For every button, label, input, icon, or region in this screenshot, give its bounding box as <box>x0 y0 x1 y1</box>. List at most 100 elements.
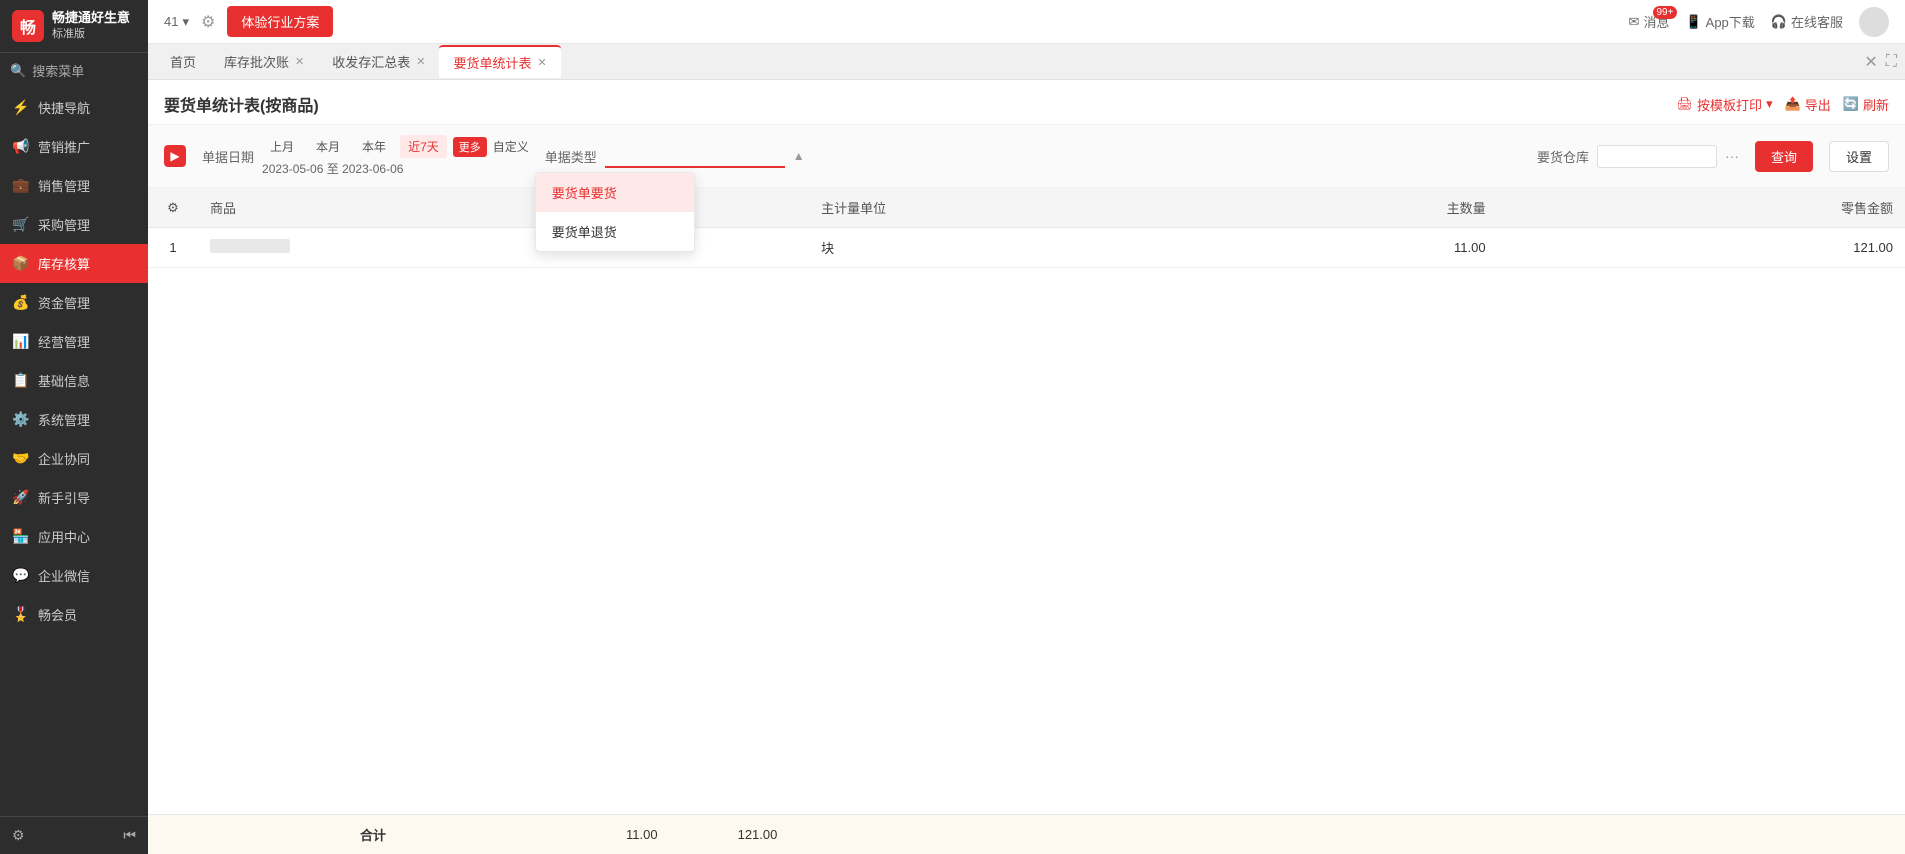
date-custom-btn[interactable]: 自定义 <box>493 138 529 155</box>
sidebar-item-label: 销售管理 <box>38 176 90 195</box>
top-header: 41 ▾ ⚙ 体验行业方案 ✉ 消息 99+ 📱 App下载 🎧 在线客服 <box>148 0 1905 44</box>
sidebar-item-operations[interactable]: 📊 经营管理 <box>0 322 148 361</box>
messages-btn[interactable]: ✉ 消息 99+ <box>1629 12 1670 31</box>
sidebar-item-finance[interactable]: 💰 资金管理 <box>0 283 148 322</box>
sidebar-item-newbie[interactable]: 🚀 新手引导 <box>0 478 148 517</box>
sidebar-item-marketing[interactable]: 📢 营销推广 <box>0 127 148 166</box>
brand-name: 畅捷通好生意 <box>52 10 130 27</box>
tabs-bar: 首页 库存批次账 ✕ 收发存汇总表 ✕ 要货单统计表 ✕ ✕ ⛶ <box>148 44 1905 80</box>
sidebar-item-enterprise[interactable]: 🤝 企业协同 <box>0 439 148 478</box>
table-body: 1 块 11.00 121.00 <box>148 228 1905 268</box>
warehouse-more-icon[interactable]: ··· <box>1725 148 1739 164</box>
tabs-controls: ✕ ⛶ <box>1864 52 1897 72</box>
page-title: 要货单统计表(按商品) <box>164 92 319 116</box>
th-qty: 主数量 <box>1172 188 1498 228</box>
tab-inventory-batch[interactable]: 库存批次账 ✕ <box>210 46 318 77</box>
user-avatar[interactable] <box>1859 7 1889 37</box>
tab-inventory-batch-label: 库存批次账 <box>224 52 289 71</box>
filter-bar: ▶ 单据日期 上月 本月 本年 近7天 更多 自定义 2023-05-06 至 … <box>148 125 1905 188</box>
export-action[interactable]: 📤 导出 <box>1785 95 1831 114</box>
data-table: ⚙ 商品 主计量单位 主数量 零售金额 1 块 11.00 <box>148 188 1905 268</box>
th-gear[interactable]: ⚙ <box>148 188 198 228</box>
type-filter-input[interactable] <box>605 145 785 168</box>
tab-order-stats[interactable]: 要货单统计表 ✕ <box>439 45 560 78</box>
print-icon: 🖨 <box>1677 96 1694 112</box>
sidebar-logo: 畅 <box>12 10 44 42</box>
quicknav-icon: ⚡ <box>12 99 30 117</box>
sidebar-item-label: 快捷导航 <box>38 98 90 117</box>
print-label: 按模板打印 <box>1697 95 1762 114</box>
date-btn-lastmonth[interactable]: 上月 <box>262 135 302 158</box>
sidebar-footer: ⚙ ⏮ <box>0 816 148 854</box>
operations-icon: 📊 <box>12 333 30 351</box>
sidebar-search[interactable]: 🔍 搜索菜单 <box>0 53 148 88</box>
type-dropdown-menu: 要货单要货 要货单退货 <box>535 172 695 252</box>
sidebar-item-sales[interactable]: 💼 销售管理 <box>0 166 148 205</box>
export-icon: 📤 <box>1785 96 1801 112</box>
sidebar-item-system[interactable]: ⚙️ 系统管理 <box>0 400 148 439</box>
collapse-icon[interactable]: ⏮ <box>123 827 136 844</box>
date-range-display: 2023-05-06 至 2023-06-06 <box>262 160 529 177</box>
sidebar-item-weixin[interactable]: 💬 企业微信 <box>0 556 148 595</box>
sidebar-item-purchase[interactable]: 🛒 采购管理 <box>0 205 148 244</box>
sidebar-item-quicknav[interactable]: ⚡ 快捷导航 <box>0 88 148 127</box>
cell-qty: 11.00 <box>1172 228 1498 268</box>
header-gear-btn[interactable]: ⚙ <box>201 12 215 32</box>
sidebar-item-member[interactable]: 🎖️ 畅会员 <box>0 595 148 634</box>
type-filter-chevron-icon[interactable]: ▲ <box>793 149 805 163</box>
filter-date-col: 上月 本月 本年 近7天 更多 自定义 2023-05-06 至 2023-06… <box>262 135 529 177</box>
page-number-selector[interactable]: 41 ▾ <box>164 14 189 30</box>
sidebar-item-label: 库存核算 <box>38 254 90 273</box>
footer-amount: 121.00 <box>738 827 778 842</box>
tab-inventory-batch-close[interactable]: ✕ <box>295 55 304 68</box>
tab-home[interactable]: 首页 <box>156 46 210 77</box>
tab-home-label: 首页 <box>170 52 196 71</box>
app-download-label: App下载 <box>1706 12 1755 31</box>
dropdown-item-order-return[interactable]: 要货单退货 <box>536 212 694 251</box>
tab-order-stats-close[interactable]: ✕ <box>538 56 547 69</box>
industry-button[interactable]: 体验行业方案 <box>227 6 333 37</box>
sidebar-item-inventory[interactable]: 📦 库存核算 <box>0 244 148 283</box>
system-icon: ⚙️ <box>12 411 30 429</box>
th-unit: 主计量单位 <box>809 188 1172 228</box>
sidebar-item-label: 系统管理 <box>38 410 90 429</box>
online-service-btn[interactable]: 🎧 在线客服 <box>1771 12 1843 31</box>
tab-receive-summary-close[interactable]: ✕ <box>416 55 425 68</box>
sidebar-nav: ⚡ 快捷导航 📢 营销推广 💼 销售管理 🛒 采购管理 📦 库存核算 💰 资金管… <box>0 88 148 816</box>
app-download-btn[interactable]: 📱 App下载 <box>1685 12 1754 31</box>
refresh-action[interactable]: 🔄 刷新 <box>1843 95 1889 114</box>
settings-button[interactable]: 设置 <box>1829 141 1889 172</box>
sidebar-header: 畅 畅捷通好生意 标准版 <box>0 0 148 53</box>
settings-icon[interactable]: ⚙ <box>12 827 25 844</box>
filter-expand-button[interactable]: ▶ <box>164 145 186 167</box>
tabs-expand-icon[interactable]: ⛶ <box>1886 53 1897 71</box>
header-right: ✉ 消息 99+ 📱 App下载 🎧 在线客服 <box>1629 7 1889 37</box>
tab-receive-summary[interactable]: 收发存汇总表 ✕ <box>318 46 439 77</box>
date-filter-label: 单据日期 <box>202 147 254 166</box>
sidebar-item-label: 采购管理 <box>38 215 90 234</box>
tabs-close-all-icon[interactable]: ✕ <box>1864 52 1877 72</box>
sidebar-item-label: 经营管理 <box>38 332 90 351</box>
date-more-button[interactable]: 更多 <box>453 137 487 157</box>
sidebar-item-appcenter[interactable]: 🏪 应用中心 <box>0 517 148 556</box>
tab-receive-summary-label: 收发存汇总表 <box>332 52 410 71</box>
date-btn-7days[interactable]: 近7天 <box>400 135 447 158</box>
product-placeholder <box>210 239 290 253</box>
print-action[interactable]: 🖨 按模板打印 ▾ <box>1677 95 1773 114</box>
date-btn-thismonth[interactable]: 本月 <box>308 135 348 158</box>
cell-index: 1 <box>148 228 198 268</box>
warehouse-filter-input[interactable] <box>1597 145 1717 168</box>
search-label: 搜索菜单 <box>32 61 84 80</box>
date-btn-thisyear[interactable]: 本年 <box>354 135 394 158</box>
dropdown-item-order-request[interactable]: 要货单要货 <box>536 173 694 212</box>
sidebar-brand-text: 畅捷通好生意 标准版 <box>52 10 130 41</box>
page-title-actions: 🖨 按模板打印 ▾ 📤 导出 🔄 刷新 <box>1677 95 1889 114</box>
sidebar-item-basic[interactable]: 📋 基础信息 <box>0 361 148 400</box>
filter-warehouse-group: 要货仓库 ··· <box>1537 145 1739 168</box>
query-button[interactable]: 查询 <box>1755 141 1813 172</box>
cell-amount: 121.00 <box>1498 228 1905 268</box>
search-icon: 🔍 <box>10 63 26 79</box>
refresh-icon: 🔄 <box>1843 96 1859 112</box>
filter-type-group: 单据类型 ▲ 要货单要货 要货单退货 <box>545 145 805 168</box>
headset-icon: 🎧 <box>1771 14 1787 30</box>
